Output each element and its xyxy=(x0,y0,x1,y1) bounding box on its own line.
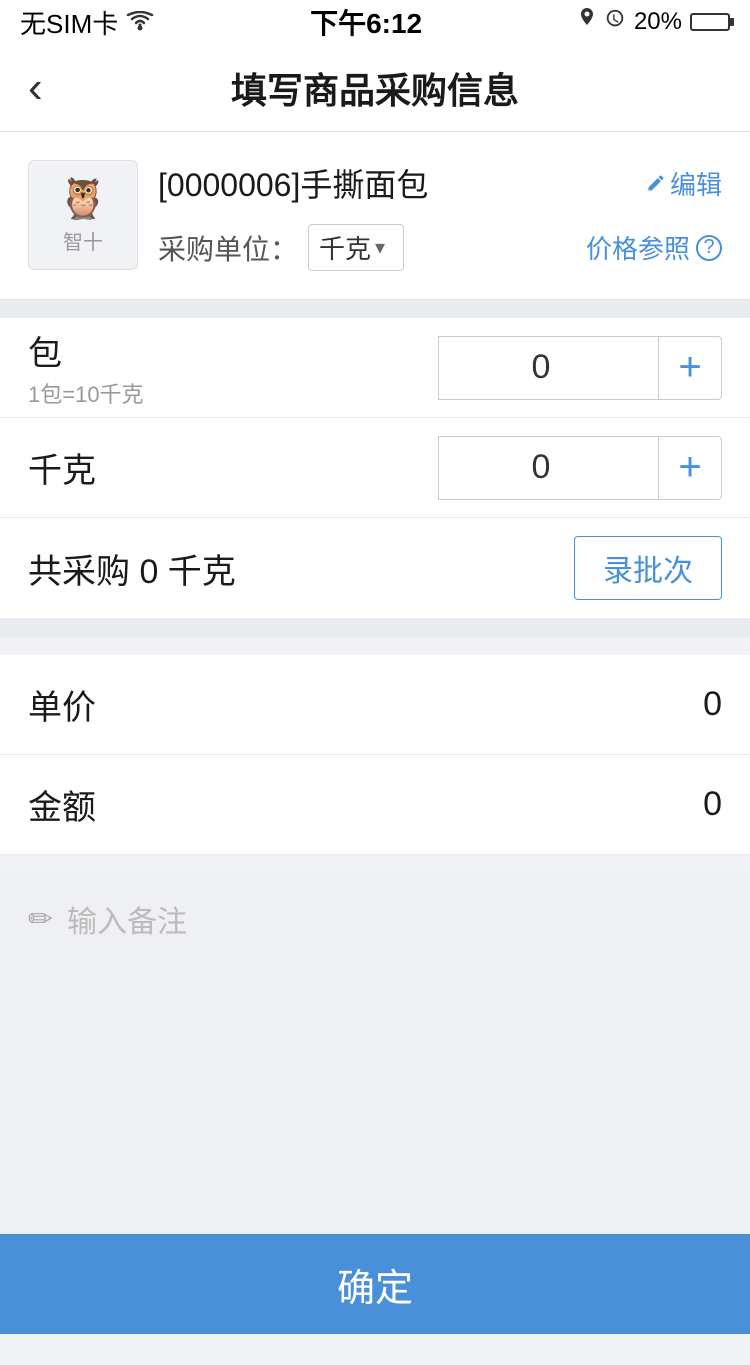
section-separator-1 xyxy=(0,300,750,318)
chevron-down-icon: ▾ xyxy=(375,235,385,260)
product-name-row: [0000006]手撕面包 编辑 xyxy=(158,160,722,206)
nav-title: 填写商品采购信息 xyxy=(231,62,519,114)
amount-label: 金额 xyxy=(28,780,96,829)
pencil-icon: ✏ xyxy=(28,902,53,937)
bag-label: 包 1包=10千克 xyxy=(28,326,188,409)
status-bar-time: 下午6:12 xyxy=(310,2,422,42)
wifi-icon xyxy=(126,7,154,38)
unit-label: 采购单位： 千克 ▾ xyxy=(158,224,404,271)
alarm-icon xyxy=(604,8,626,37)
unit-price-row: 单价 0 xyxy=(0,655,750,755)
product-card: 🦉 智十 [0000006]手撕面包 编辑 采购单位： 千克 ▾ xyxy=(0,132,750,300)
price-section: 单价 0 金额 0 xyxy=(0,655,750,855)
kg-quantity-input[interactable] xyxy=(438,436,658,500)
amount-value: 0 xyxy=(703,785,722,824)
unit-price-value: 0 xyxy=(703,685,722,724)
amount-row: 金额 0 xyxy=(0,755,750,855)
price-ref-button[interactable]: 价格参照 ? xyxy=(586,229,722,266)
unit-select[interactable]: 千克 ▾ xyxy=(308,224,404,271)
nav-bar: ‹ 填写商品采购信息 xyxy=(0,44,750,132)
battery-label: 20% xyxy=(634,8,682,36)
help-icon: ? xyxy=(696,235,722,261)
remark-section[interactable]: ✏ 输入备注 xyxy=(0,873,750,965)
confirm-button[interactable]: 确定 xyxy=(0,1234,750,1334)
unit-row: 采购单位： 千克 ▾ 价格参照 ? xyxy=(158,224,722,271)
bag-plus-button[interactable]: + xyxy=(658,336,722,400)
section-separator-2 xyxy=(0,619,750,637)
kg-plus-button[interactable]: + xyxy=(658,436,722,500)
summary-section: 共采购 0 千克 录批次 xyxy=(0,518,750,619)
carrier-label: 无SIM卡 xyxy=(20,4,118,41)
summary-text: 共采购 0 千克 xyxy=(28,544,236,593)
status-bar-left: 无SIM卡 xyxy=(20,4,154,41)
kg-label: 千克 xyxy=(28,443,188,492)
empty-space xyxy=(0,965,750,1265)
remark-placeholder: 输入备注 xyxy=(67,897,187,941)
bag-quantity-input[interactable] xyxy=(438,336,658,400)
product-owl-icon: 🦉 xyxy=(58,175,108,222)
product-info: [0000006]手撕面包 编辑 采购单位： 千克 ▾ 价格参照 ? xyxy=(158,160,722,271)
kg-input-row: 千克 + xyxy=(0,418,750,518)
input-section: 包 1包=10千克 + 千克 + xyxy=(0,318,750,518)
bag-input-right: + xyxy=(188,336,722,400)
product-name: [0000006]手撕面包 xyxy=(158,160,428,206)
location-icon xyxy=(578,8,596,37)
battery-icon xyxy=(690,13,730,31)
kg-input-right: + xyxy=(188,436,722,500)
back-button[interactable]: ‹ xyxy=(28,66,43,110)
status-bar-right: 20% xyxy=(578,8,730,37)
batch-button[interactable]: 录批次 xyxy=(574,536,722,600)
bag-input-row: 包 1包=10千克 + xyxy=(0,318,750,418)
product-image-sublabel: 智十 xyxy=(63,226,103,255)
unit-price-label: 单价 xyxy=(28,680,96,729)
status-bar: 无SIM卡 下午6:12 20% xyxy=(0,0,750,44)
summary-row: 共采购 0 千克 录批次 xyxy=(0,518,750,618)
product-image: 🦉 智十 xyxy=(28,160,138,270)
edit-button[interactable]: 编辑 xyxy=(646,165,722,202)
